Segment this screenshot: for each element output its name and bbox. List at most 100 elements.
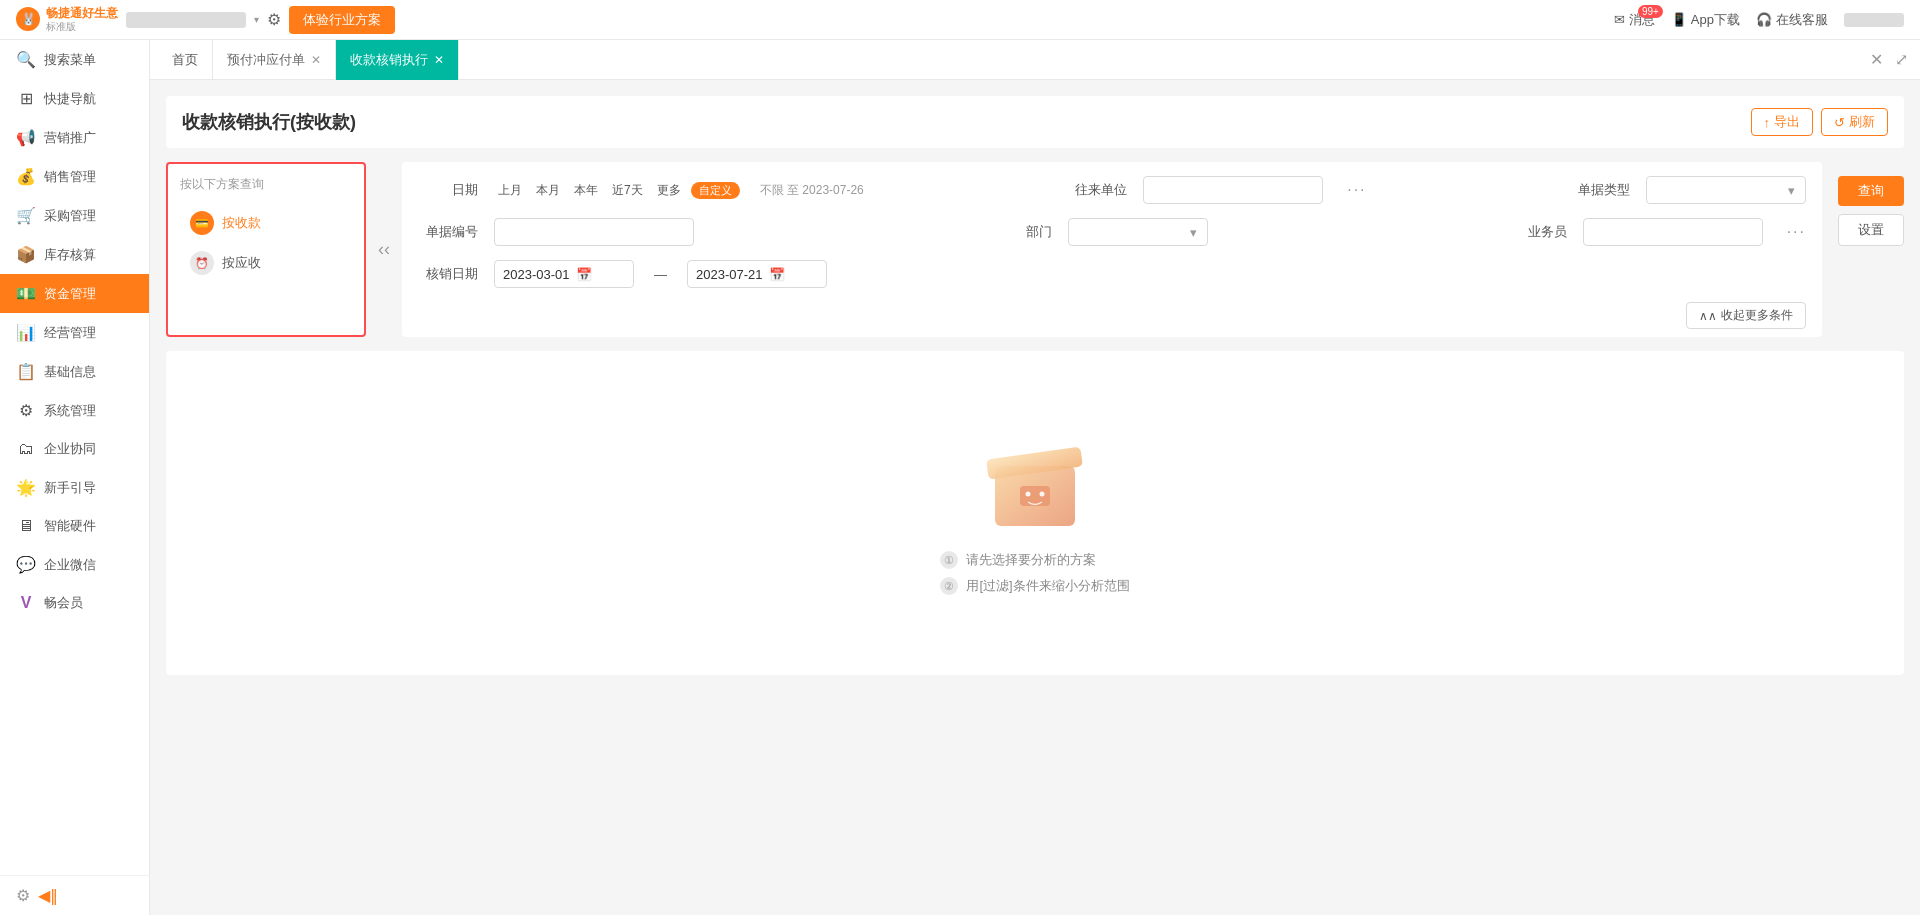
sidebar-label-quicknav: 快捷导航: [44, 90, 96, 108]
salesman-label: 业务员: [1507, 223, 1567, 241]
empty-hint-2-text: 用[过滤]条件来缩小分析范围: [966, 577, 1129, 595]
query-actions: 查询 设置: [1838, 162, 1904, 337]
tab-payment-verify[interactable]: 收款核销执行 ✕: [336, 40, 459, 80]
user-name[interactable]: [1844, 13, 1904, 27]
verify-date-end[interactable]: 2023-07-21 📅: [687, 260, 827, 288]
service-button[interactable]: 🎧 在线客服: [1756, 11, 1828, 29]
dept-label: 部门: [992, 223, 1052, 241]
sidebar-item-operations[interactable]: 📊 经营管理: [0, 313, 149, 352]
topbar-dropdown-arrow[interactable]: ▾: [254, 14, 259, 25]
order-type-select[interactable]: ▾: [1646, 176, 1806, 204]
tab-home[interactable]: 首页: [158, 40, 213, 80]
date-label: 日期: [418, 181, 478, 199]
sidebar-item-search[interactable]: 🔍 搜索菜单: [0, 40, 149, 79]
verify-date-separator: —: [654, 267, 667, 282]
app-icon: 📱: [1671, 12, 1687, 27]
empty-hint-2: ② 用[过滤]条件来缩小分析范围: [940, 577, 1129, 595]
verify-end-cal-icon: 📅: [769, 267, 785, 282]
sidebar-collapse-icon[interactable]: ◀‖: [38, 886, 58, 905]
solution-button[interactable]: 体验行业方案: [289, 6, 395, 34]
filter-actions: ∧∧ 收起更多条件: [418, 302, 1806, 329]
shortcut-last-month[interactable]: 上月: [494, 180, 526, 201]
shortcut-this-year[interactable]: 本年: [570, 180, 602, 201]
filter-option-by-payment[interactable]: 💳 按收款: [180, 203, 352, 243]
shortcut-7days[interactable]: 近7天: [608, 180, 647, 201]
operations-icon: 📊: [16, 323, 36, 342]
collab-icon: 🗂: [16, 440, 36, 458]
collapse-more-btn[interactable]: ∧∧ 收起更多条件: [1686, 302, 1806, 329]
sidebar-item-sales[interactable]: 💰 销售管理: [0, 157, 149, 196]
service-icon: 🎧: [1756, 12, 1772, 27]
tab-prepay-close[interactable]: ✕: [311, 53, 321, 67]
partner-label: 往来单位: [1067, 181, 1127, 199]
dept-select[interactable]: ▾: [1068, 218, 1208, 246]
tab-payment-label: 收款核销执行: [350, 51, 428, 69]
tab-expand-icon[interactable]: ⤢: [1891, 46, 1912, 73]
sidebar-item-purchase[interactable]: 🛒 采购管理: [0, 196, 149, 235]
sidebar-item-guide[interactable]: 🌟 新手引导: [0, 468, 149, 507]
search-icon: 🔍: [16, 50, 36, 69]
member-icon: V: [16, 594, 36, 612]
settings-button[interactable]: 设置: [1838, 214, 1904, 246]
filter-payment-icon: 💳: [190, 211, 214, 235]
purchase-icon: 🛒: [16, 206, 36, 225]
page-header: 收款核销执行(按收款) ↑ 导出 ↺ 刷新: [166, 96, 1904, 148]
guide-icon: 🌟: [16, 478, 36, 497]
sidebar-label-collab: 企业协同: [44, 440, 96, 458]
order-no-input[interactable]: [494, 218, 694, 246]
tab-close-all-icon[interactable]: ✕: [1866, 46, 1887, 73]
filter-collapse-sidebar-btn[interactable]: ‹‹: [374, 162, 394, 337]
salesman-input[interactable]: [1583, 218, 1763, 246]
shortcut-this-month[interactable]: 本月: [532, 180, 564, 201]
sidebar-gear-icon[interactable]: ⚙: [16, 886, 30, 905]
export-button[interactable]: ↑ 导出: [1751, 108, 1814, 136]
sidebar-item-marketing[interactable]: 📢 营销推广: [0, 118, 149, 157]
sidebar-item-wechat[interactable]: 💬 企业微信: [0, 545, 149, 584]
query-button[interactable]: 查询: [1838, 176, 1904, 206]
empty-illustration: [975, 431, 1095, 531]
filter-receivable-icon: ⏰: [190, 251, 214, 275]
tab-home-label: 首页: [172, 51, 198, 69]
message-button[interactable]: ✉ 消息 99+: [1614, 11, 1655, 29]
sidebar-item-system[interactable]: ⚙ 系统管理: [0, 391, 149, 430]
empty-svg: [975, 431, 1095, 531]
verify-date-label: 核销日期: [418, 265, 478, 283]
basic-info-icon: 📋: [16, 362, 36, 381]
date-custom-badge[interactable]: 自定义: [691, 182, 740, 199]
tab-payment-close[interactable]: ✕: [434, 53, 444, 67]
sidebar-label-guide: 新手引导: [44, 479, 96, 497]
sidebar-item-inventory[interactable]: 📦 库存核算: [0, 235, 149, 274]
main-layout: 🔍 搜索菜单 ⊞ 快捷导航 📢 营销推广 💰 销售管理 🛒 采购管理 📦 库存核…: [0, 40, 1920, 915]
date-shortcuts: 上月 本月 本年 近7天 更多 自定义: [494, 180, 740, 201]
sidebar-item-quicknav[interactable]: ⊞ 快捷导航: [0, 79, 149, 118]
refresh-button[interactable]: ↺ 刷新: [1821, 108, 1888, 136]
sidebar: 🔍 搜索菜单 ⊞ 快捷导航 📢 营销推广 💰 销售管理 🛒 采购管理 📦 库存核…: [0, 40, 150, 915]
topbar-company-name: [126, 12, 246, 28]
filter-option-payment-label: 按收款: [222, 214, 261, 232]
app-download-button[interactable]: 📱 App下载: [1671, 11, 1740, 29]
sidebar-label-member: 畅会员: [44, 594, 83, 612]
topbar: 🐰 畅捷通好生意 标准版 ▾ ⚙ 体验行业方案 ✉ 消息 99+ 📱 App下载…: [0, 0, 1920, 40]
tab-prepay[interactable]: 预付冲应付单 ✕: [213, 40, 336, 80]
verify-start-value: 2023-03-01: [503, 267, 570, 282]
partner-more-btn[interactable]: ···: [1347, 181, 1366, 199]
verify-end-value: 2023-07-21: [696, 267, 763, 282]
sidebar-item-hardware[interactable]: 🖥 智能硬件: [0, 507, 149, 545]
shortcut-more[interactable]: 更多: [653, 180, 685, 201]
salesman-more-btn[interactable]: ···: [1787, 223, 1806, 241]
empty-hint-1-text: 请先选择要分析的方案: [966, 551, 1096, 569]
system-icon: ⚙: [16, 401, 36, 420]
wechat-icon: 💬: [16, 555, 36, 574]
svg-point-3: [1026, 492, 1031, 497]
topbar-gear-icon[interactable]: ⚙: [267, 10, 281, 29]
partner-input[interactable]: [1143, 176, 1323, 204]
filter-option-receivable-label: 按应收: [222, 254, 261, 272]
sidebar-item-finance[interactable]: 💵 资金管理: [0, 274, 149, 313]
sidebar-item-basic-info[interactable]: 📋 基础信息: [0, 352, 149, 391]
sidebar-item-member[interactable]: V 畅会员: [0, 584, 149, 622]
verify-date-start[interactable]: 2023-03-01 📅: [494, 260, 634, 288]
inventory-icon: 📦: [16, 245, 36, 264]
sidebar-item-collab[interactable]: 🗂 企业协同: [0, 430, 149, 468]
filter-option-by-receivable[interactable]: ⏰ 按应收: [180, 243, 352, 283]
sidebar-label-hardware: 智能硬件: [44, 517, 96, 535]
